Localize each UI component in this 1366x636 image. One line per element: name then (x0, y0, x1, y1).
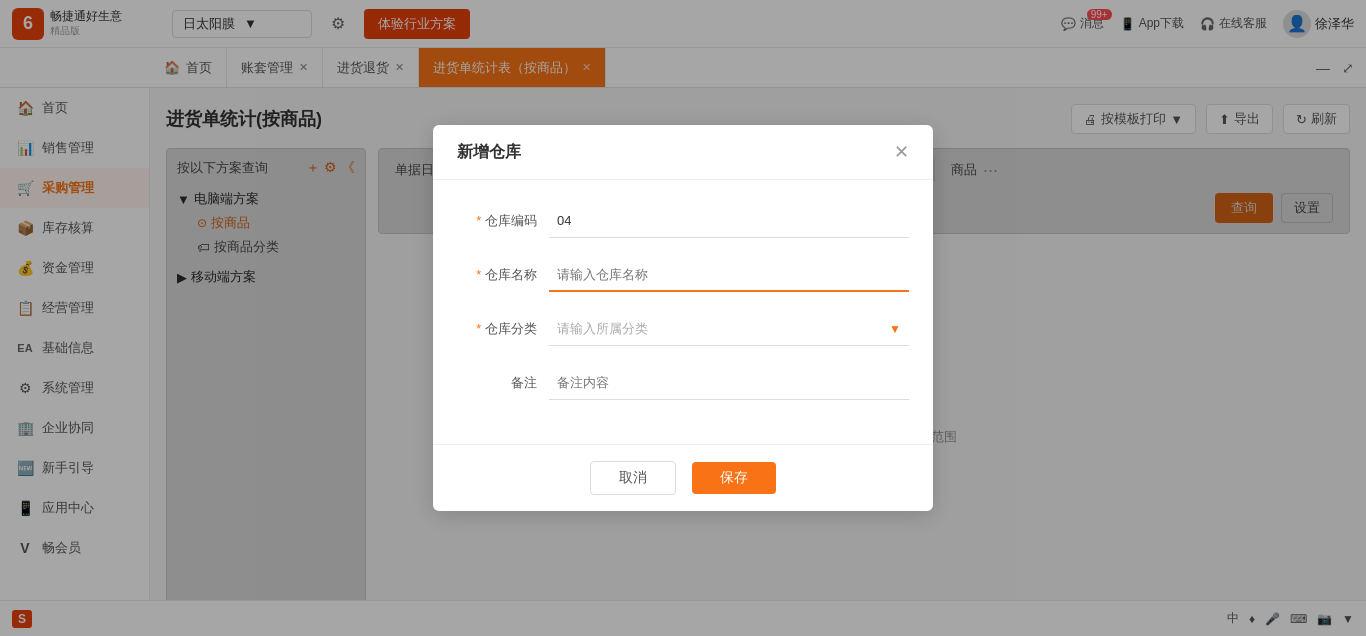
warehouse-modal: 新增仓库 ✕ 仓库编码 仓库名称 仓库分类 请输入所属分类 (433, 125, 933, 511)
modal-close-button[interactable]: ✕ (894, 141, 909, 163)
warehouse-category-wrapper: 请输入所属分类 ▼ (549, 312, 909, 346)
warehouse-name-input[interactable] (549, 258, 909, 292)
save-button[interactable]: 保存 (692, 462, 776, 494)
modal-title: 新增仓库 (457, 142, 521, 163)
form-row-category: 仓库分类 请输入所属分类 ▼ (457, 312, 909, 346)
remark-input[interactable] (549, 366, 909, 400)
remark-label: 备注 (457, 374, 537, 392)
modal-body: 仓库编码 仓库名称 仓库分类 请输入所属分类 ▼ 备注 (433, 180, 933, 444)
form-row-code: 仓库编码 (457, 204, 909, 238)
form-row-remark: 备注 (457, 366, 909, 400)
warehouse-category-select[interactable]: 请输入所属分类 (549, 312, 909, 346)
warehouse-name-label: 仓库名称 (457, 266, 537, 284)
warehouse-code-input[interactable] (549, 204, 909, 238)
form-row-name: 仓库名称 (457, 258, 909, 292)
cancel-button[interactable]: 取消 (590, 461, 676, 495)
warehouse-code-label: 仓库编码 (457, 212, 537, 230)
modal-header: 新增仓库 ✕ (433, 125, 933, 180)
modal-overlay: 新增仓库 ✕ 仓库编码 仓库名称 仓库分类 请输入所属分类 (0, 0, 1366, 636)
modal-footer: 取消 保存 (433, 444, 933, 511)
warehouse-category-label: 仓库分类 (457, 320, 537, 338)
